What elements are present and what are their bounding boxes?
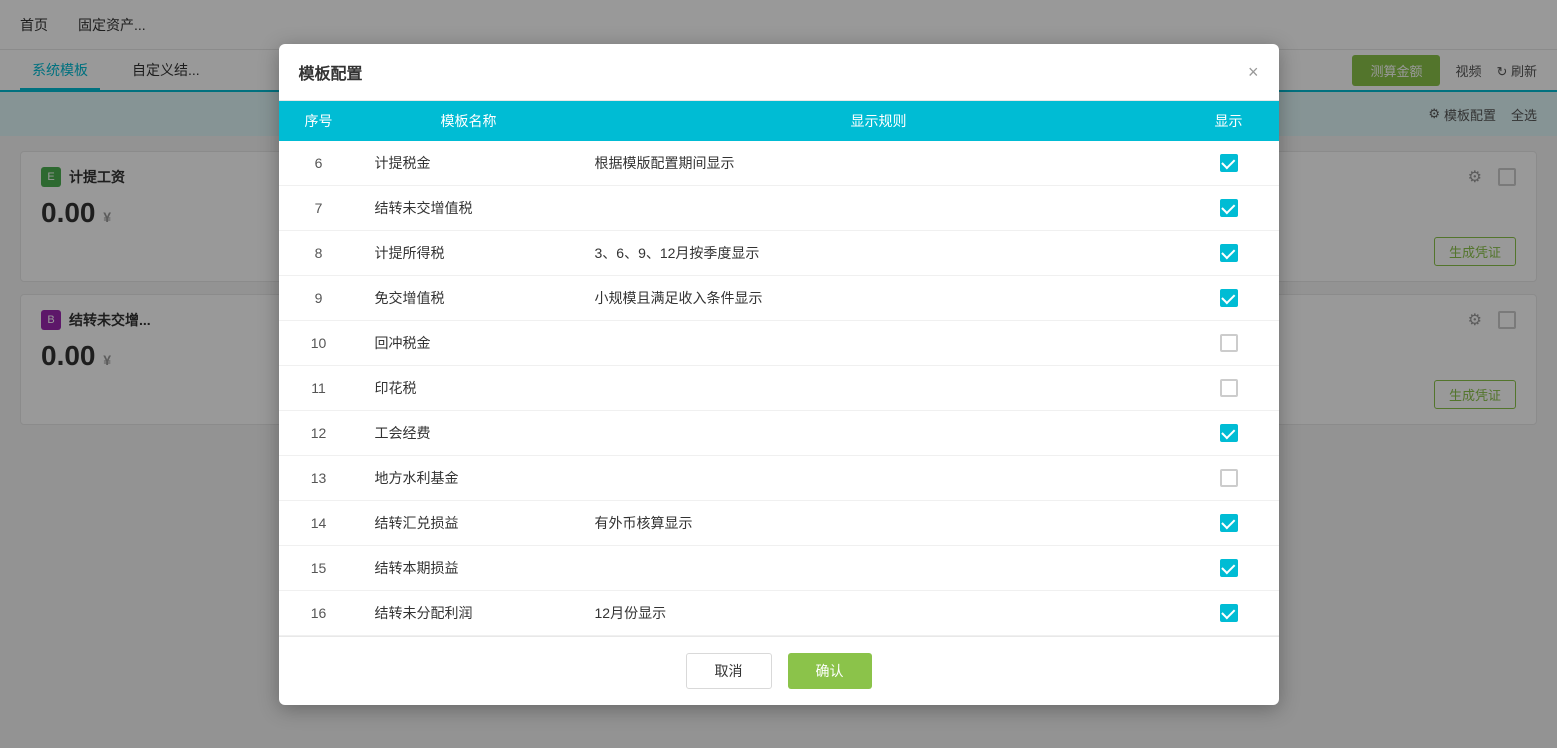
cell-index-2: 8 — [279, 230, 359, 275]
checkbox-15[interactable] — [1220, 559, 1238, 577]
cell-check-10[interactable] — [1179, 590, 1279, 635]
table-row: 8计提所得税3、6、9、12月按季度显示 — [279, 230, 1279, 275]
cell-check-2[interactable] — [1179, 230, 1279, 275]
cell-rule-6 — [579, 410, 1179, 455]
cell-check-6[interactable] — [1179, 410, 1279, 455]
cell-name-1: 结转未交增值税 — [359, 185, 579, 230]
cell-rule-0: 根据模版配置期间显示 — [579, 141, 1179, 186]
template-config-dialog: 模板配置 × 序号 模板名称 显示规则 显示 6计提税金根据模版配置期间显示7结… — [279, 44, 1279, 705]
checkbox-8[interactable] — [1220, 244, 1238, 262]
cell-rule-4 — [579, 320, 1179, 365]
dialog-body: 序号 模板名称 显示规则 显示 6计提税金根据模版配置期间显示7结转未交增值税8… — [279, 101, 1279, 636]
col-header-display: 显示 — [1179, 101, 1279, 141]
cell-rule-5 — [579, 365, 1179, 410]
table-row: 10回冲税金 — [279, 320, 1279, 365]
cell-index-1: 7 — [279, 185, 359, 230]
cancel-button[interactable]: 取消 — [686, 653, 772, 689]
cell-rule-8: 有外币核算显示 — [579, 500, 1179, 545]
cell-name-9: 结转本期损益 — [359, 545, 579, 590]
cell-rule-7 — [579, 455, 1179, 500]
cell-check-3[interactable] — [1179, 275, 1279, 320]
checkbox-16[interactable] — [1220, 604, 1238, 622]
cell-check-9[interactable] — [1179, 545, 1279, 590]
cell-index-0: 6 — [279, 141, 359, 186]
table-header-row: 序号 模板名称 显示规则 显示 — [279, 101, 1279, 141]
checkbox-12[interactable] — [1220, 424, 1238, 442]
table-row: 13地方水利基金 — [279, 455, 1279, 500]
table-row: 15结转本期损益 — [279, 545, 1279, 590]
table-row: 12工会经费 — [279, 410, 1279, 455]
table-row: 9免交增值税小规模且满足收入条件显示 — [279, 275, 1279, 320]
config-table: 序号 模板名称 显示规则 显示 6计提税金根据模版配置期间显示7结转未交增值税8… — [279, 101, 1279, 636]
dialog-close-button[interactable]: × — [1248, 63, 1259, 81]
cell-check-1[interactable] — [1179, 185, 1279, 230]
cell-index-3: 9 — [279, 275, 359, 320]
cell-index-7: 13 — [279, 455, 359, 500]
table-row: 7结转未交增值税 — [279, 185, 1279, 230]
checkbox-9[interactable] — [1220, 289, 1238, 307]
cell-name-4: 回冲税金 — [359, 320, 579, 365]
checkbox-6[interactable] — [1220, 154, 1238, 172]
cell-name-2: 计提所得税 — [359, 230, 579, 275]
cell-check-5[interactable] — [1179, 365, 1279, 410]
cell-rule-10: 12月份显示 — [579, 590, 1179, 635]
dialog-header: 模板配置 × — [279, 44, 1279, 101]
col-header-name: 模板名称 — [359, 101, 579, 141]
cell-rule-2: 3、6、9、12月按季度显示 — [579, 230, 1179, 275]
cell-check-0[interactable] — [1179, 141, 1279, 186]
cell-index-4: 10 — [279, 320, 359, 365]
cell-name-3: 免交增值税 — [359, 275, 579, 320]
col-header-index: 序号 — [279, 101, 359, 141]
table-row: 6计提税金根据模版配置期间显示 — [279, 141, 1279, 186]
cell-index-10: 16 — [279, 590, 359, 635]
checkbox-14[interactable] — [1220, 514, 1238, 532]
dialog-footer: 取消 确认 — [279, 636, 1279, 705]
table-row: 11印花税 — [279, 365, 1279, 410]
table-body: 6计提税金根据模版配置期间显示7结转未交增值税8计提所得税3、6、9、12月按季… — [279, 141, 1279, 636]
cell-name-10: 结转未分配利润 — [359, 590, 579, 635]
confirm-button[interactable]: 确认 — [788, 653, 872, 689]
cell-check-8[interactable] — [1179, 500, 1279, 545]
modal-overlay: 模板配置 × 序号 模板名称 显示规则 显示 6计提税金根据模版配置期间显示7结… — [0, 0, 1557, 748]
cell-index-5: 11 — [279, 365, 359, 410]
cell-name-0: 计提税金 — [359, 141, 579, 186]
table-row: 16结转未分配利润12月份显示 — [279, 590, 1279, 635]
checkbox-7[interactable] — [1220, 199, 1238, 217]
cell-check-7[interactable] — [1179, 455, 1279, 500]
cell-index-8: 14 — [279, 500, 359, 545]
cell-check-4[interactable] — [1179, 320, 1279, 365]
checkbox-11[interactable] — [1220, 379, 1238, 397]
dialog-title: 模板配置 — [299, 60, 363, 84]
col-header-rule: 显示规则 — [579, 101, 1179, 141]
checkbox-13[interactable] — [1220, 469, 1238, 487]
cell-index-9: 15 — [279, 545, 359, 590]
cell-name-5: 印花税 — [359, 365, 579, 410]
cell-name-7: 地方水利基金 — [359, 455, 579, 500]
cell-rule-9 — [579, 545, 1179, 590]
cell-name-8: 结转汇兑损益 — [359, 500, 579, 545]
table-row: 14结转汇兑损益有外币核算显示 — [279, 500, 1279, 545]
cell-rule-3: 小规模且满足收入条件显示 — [579, 275, 1179, 320]
cell-index-6: 12 — [279, 410, 359, 455]
checkbox-10[interactable] — [1220, 334, 1238, 352]
cell-rule-1 — [579, 185, 1179, 230]
cell-name-6: 工会经费 — [359, 410, 579, 455]
